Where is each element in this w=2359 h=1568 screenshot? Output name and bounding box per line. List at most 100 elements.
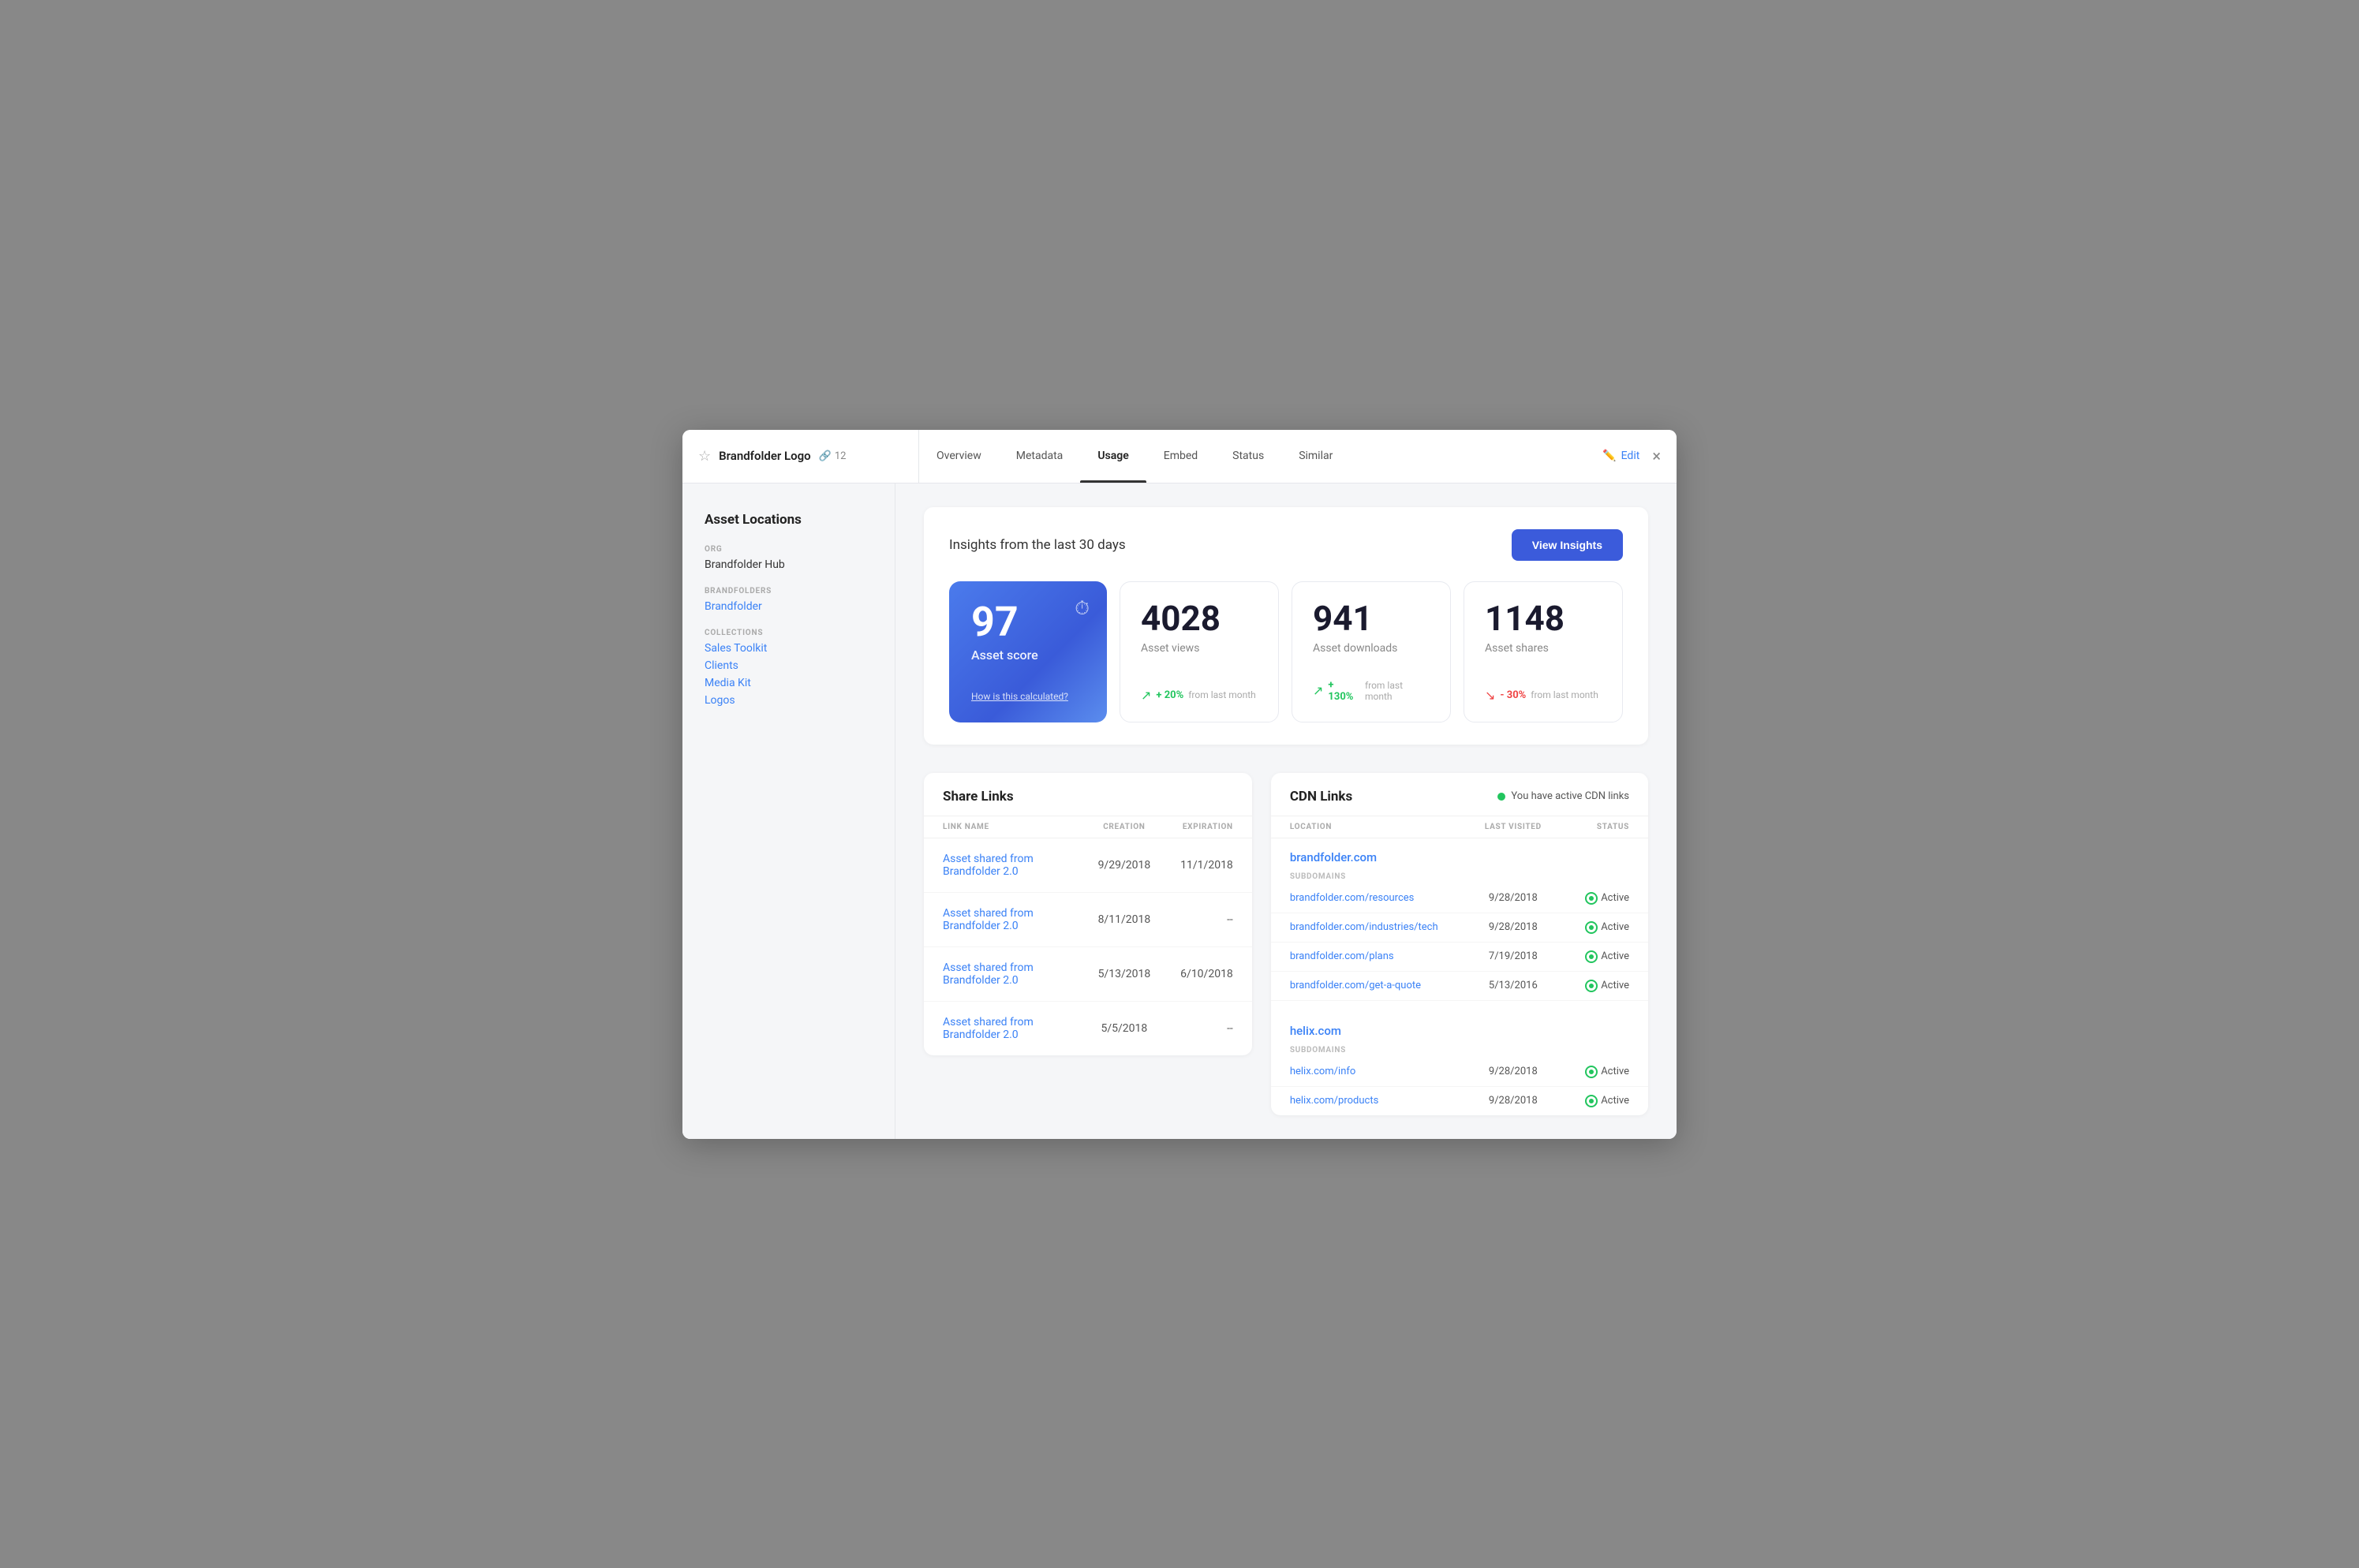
col-header-creation: CREATION (1088, 823, 1161, 831)
share-expiration-2: 6/10/2018 (1161, 968, 1233, 980)
cdn-domain-link-0[interactable]: brandfolder.com (1290, 850, 1377, 864)
link-icon: 🔗 (819, 450, 832, 462)
cdn-active-dot (1497, 793, 1505, 801)
cdn-sub-visited-1-0: 9/28/2018 (1468, 1066, 1557, 1077)
stat-change-period-views: from last month (1188, 689, 1256, 700)
cdn-links-title: CDN Links (1290, 789, 1352, 805)
tab-metadata[interactable]: Metadata (999, 430, 1081, 483)
sidebar-collection-media-kit[interactable]: Media Kit (705, 677, 873, 689)
tab-overview[interactable]: Overview (919, 430, 999, 483)
cdn-status-indicator-0-2: Active (1585, 950, 1629, 963)
table-row: Asset shared from Brandfolder 2.0 5/5/20… (924, 1002, 1252, 1055)
insights-header: Insights from the last 30 days View Insi… (949, 529, 1623, 561)
share-creation-1: 8/11/2018 (1088, 913, 1161, 926)
cdn-col-header-status: STATUS (1557, 823, 1629, 831)
table-row: Asset shared from Brandfolder 2.0 5/13/2… (924, 947, 1252, 1002)
tab-embed[interactable]: Embed (1146, 430, 1215, 483)
stat-card-downloads: 941 Asset downloads ↗ + 130% from last m… (1292, 581, 1451, 722)
cdn-sub-location-0-1[interactable]: brandfolder.com/industries/tech (1290, 921, 1468, 933)
stat-change-value-views: + 20% (1156, 689, 1183, 701)
share-link-name-1[interactable]: Asset shared from Brandfolder 2.0 (943, 907, 1088, 932)
cdn-sub-location-1-1[interactable]: helix.com/products (1290, 1095, 1468, 1107)
cdn-sub-location-0-0[interactable]: brandfolder.com/resources (1290, 892, 1468, 904)
share-link-name-3[interactable]: Asset shared from Brandfolder 2.0 (943, 1016, 1088, 1041)
share-creation-2: 5/13/2018 (1088, 968, 1161, 980)
cdn-sub-status-1-0: Active (1557, 1066, 1629, 1078)
table-row: Asset shared from Brandfolder 2.0 8/11/2… (924, 893, 1252, 947)
modal-header: ☆ Brandfolder Logo 🔗 12 Overview Metadat… (682, 430, 1677, 483)
cdn-sub-visited-0-2: 7/19/2018 (1468, 950, 1557, 962)
link-badge: 🔗 12 (819, 450, 847, 462)
share-link-name-2[interactable]: Asset shared from Brandfolder 2.0 (943, 961, 1088, 987)
cdn-sub-visited-0-0: 9/28/2018 (1468, 892, 1557, 904)
share-link-name-0[interactable]: Asset shared from Brandfolder 2.0 (943, 853, 1088, 878)
cdn-domain-row-0: brandfolder.com (1271, 838, 1648, 868)
cdn-sub-location-0-2[interactable]: brandfolder.com/plans (1290, 950, 1468, 962)
arrow-up-icon-views: ↗ (1141, 688, 1151, 703)
cdn-links-header: CDN Links You have active CDN links (1271, 773, 1648, 816)
cdn-sub-visited-0-3: 5/13/2016 (1468, 980, 1557, 991)
header-actions: ✏️ Edit × (1590, 448, 1661, 464)
main-content: Insights from the last 30 days View Insi… (895, 483, 1677, 1139)
cdn-status-ring-0-2 (1585, 950, 1598, 963)
stat-change-period-shares: from last month (1531, 689, 1598, 700)
cdn-sub-visited-1-1: 9/28/2018 (1468, 1095, 1557, 1107)
table-row: Asset shared from Brandfolder 2.0 9/29/2… (924, 838, 1252, 893)
sidebar-collection-clients[interactable]: Clients (705, 659, 873, 672)
stat-change-period-downloads: from last month (1365, 680, 1430, 702)
insights-card: Insights from the last 30 days View Insi… (924, 507, 1648, 745)
cdn-subdomain-row-0-3: brandfolder.com/get-a-quote 5/13/2016 Ac… (1271, 972, 1648, 1001)
share-expiration-3: -- (1161, 1022, 1233, 1035)
cdn-active-badge: You have active CDN links (1497, 790, 1629, 802)
cdn-sub-status-0-0: Active (1557, 892, 1629, 905)
stat-change-value-downloads: + 130% (1328, 679, 1360, 703)
score-label: Asset score (971, 648, 1085, 663)
cdn-status-ring-0-3 (1585, 980, 1598, 992)
view-insights-button[interactable]: View Insights (1512, 529, 1623, 561)
cdn-domain-link-1[interactable]: helix.com (1290, 1024, 1341, 1038)
tab-similar[interactable]: Similar (1281, 430, 1350, 483)
share-creation-0: 9/29/2018 (1088, 859, 1161, 872)
cdn-sub-status-0-3: Active (1557, 980, 1629, 992)
cdn-links-section: CDN Links You have active CDN links LOCA… (1271, 773, 1648, 1115)
cdn-sub-location-1-0[interactable]: helix.com/info (1290, 1066, 1468, 1077)
share-links-section: Share Links LINK NAME CREATION EXPIRATIO… (924, 773, 1252, 1055)
cdn-status-indicator-1-1: Active (1585, 1095, 1629, 1107)
tab-nav: Overview Metadata Usage Embed Status Sim… (919, 430, 1590, 483)
sidebar-collection-sales-toolkit[interactable]: Sales Toolkit (705, 642, 873, 655)
cdn-subdomain-label-0: SUBDOMAINS (1271, 868, 1648, 884)
cdn-status-ring-1-0 (1585, 1066, 1598, 1078)
cdn-domain-row-1: helix.com (1271, 1012, 1648, 1041)
stat-number-shares: 1148 (1485, 601, 1602, 636)
cdn-col-header-location: LOCATION (1290, 823, 1468, 831)
stat-card-views: 4028 Asset views ↗ + 20% from last month (1120, 581, 1279, 722)
cdn-subdomain-row-1-1: helix.com/products 9/28/2018 Active (1271, 1087, 1648, 1115)
sidebar-brandfolder-link[interactable]: Brandfolder (705, 600, 873, 613)
cdn-active-text: You have active CDN links (1511, 790, 1629, 802)
cdn-status-indicator-0-0: Active (1585, 892, 1629, 905)
sidebar-collection-logos[interactable]: Logos (705, 694, 873, 707)
cdn-sub-status-0-2: Active (1557, 950, 1629, 963)
tab-status[interactable]: Status (1215, 430, 1281, 483)
cdn-table-header: LOCATION LAST VISITED STATUS (1271, 816, 1648, 838)
close-button[interactable]: × (1652, 448, 1661, 464)
asset-title-area: ☆ Brandfolder Logo 🔗 12 (698, 430, 919, 483)
share-expiration-1: -- (1161, 913, 1233, 926)
stat-change-views: ↗ + 20% from last month (1141, 688, 1258, 703)
cdn-status-ring-0-0 (1585, 892, 1598, 905)
share-links-header: Share Links (924, 773, 1252, 816)
tab-usage[interactable]: Usage (1080, 430, 1146, 483)
cdn-status-ring-0-1 (1585, 921, 1598, 934)
share-creation-3: 5/5/2018 (1088, 1022, 1161, 1035)
star-icon[interactable]: ☆ (698, 448, 711, 465)
insights-title: Insights from the last 30 days (949, 537, 1126, 553)
score-calc-link[interactable]: How is this calculated? (971, 691, 1085, 702)
cdn-subdomain-row-0-2: brandfolder.com/plans 7/19/2018 Active (1271, 943, 1648, 972)
stat-change-shares: ↘ - 30% from last month (1485, 688, 1602, 703)
edit-button[interactable]: ✏️ Edit (1602, 450, 1639, 462)
cdn-status-indicator-0-1: Active (1585, 921, 1629, 934)
col-header-expiration: EXPIRATION (1161, 823, 1233, 831)
cdn-sub-location-0-3[interactable]: brandfolder.com/get-a-quote (1290, 980, 1468, 991)
score-number: 97 (971, 602, 1085, 643)
collections-label: COLLECTIONS (705, 629, 873, 637)
